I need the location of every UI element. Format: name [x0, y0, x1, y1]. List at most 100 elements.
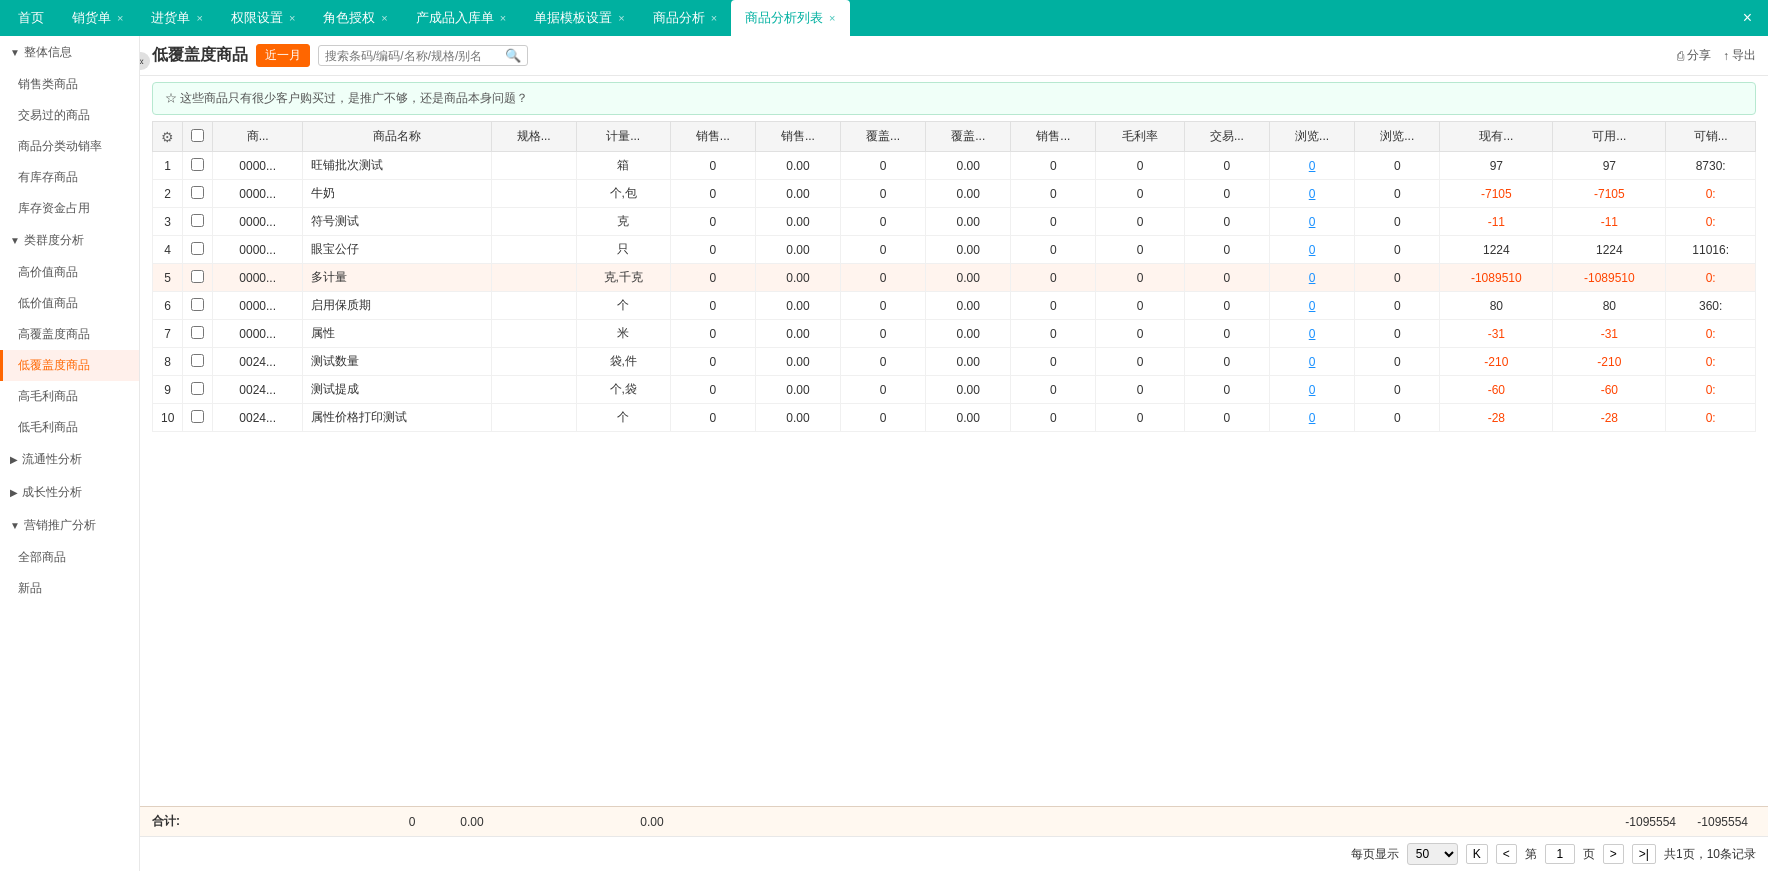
- col-sale2[interactable]: 销售...: [1011, 122, 1096, 152]
- row-checkbox[interactable]: [183, 404, 213, 432]
- tab-template-settings[interactable]: 单据模板设置 ×: [520, 0, 638, 36]
- sidebar-section-growth[interactable]: ▶ 成长性分析: [0, 476, 139, 509]
- row-sale-amt: 0.00: [755, 208, 840, 236]
- current-page-input[interactable]: [1545, 844, 1575, 864]
- row-checkbox[interactable]: [183, 292, 213, 320]
- row-checkbox[interactable]: [183, 152, 213, 180]
- row-checkbox[interactable]: [183, 320, 213, 348]
- sidebar-section-category[interactable]: ▼ 类群度分析: [0, 224, 139, 257]
- row-browse1[interactable]: 0: [1270, 264, 1355, 292]
- last-page-button[interactable]: >|: [1632, 844, 1656, 864]
- sidebar-section-flow[interactable]: ▶ 流通性分析: [0, 443, 139, 476]
- row-browse1[interactable]: 0: [1270, 376, 1355, 404]
- col-browse2[interactable]: 浏览...: [1355, 122, 1440, 152]
- col-code[interactable]: 商...: [213, 122, 303, 152]
- row-cover2: 0.00: [926, 180, 1011, 208]
- sidebar-item-stock-capital[interactable]: 库存资金占用: [0, 193, 139, 224]
- close-icon[interactable]: ×: [711, 12, 717, 24]
- window-close-button[interactable]: ×: [1731, 9, 1764, 27]
- row-browse1[interactable]: 0: [1270, 292, 1355, 320]
- col-gross-rate[interactable]: 毛利率: [1096, 122, 1184, 152]
- row-code: 0000...: [213, 208, 303, 236]
- filter-recent-month-button[interactable]: 近一月: [256, 44, 310, 67]
- close-icon[interactable]: ×: [117, 12, 123, 24]
- row-checkbox[interactable]: [183, 376, 213, 404]
- row-browse1[interactable]: 0: [1270, 236, 1355, 264]
- col-sale-qty[interactable]: 销售...: [670, 122, 755, 152]
- col-unit[interactable]: 计量...: [576, 122, 670, 152]
- sidebar-item-sales-goods[interactable]: 销售类商品: [0, 69, 139, 100]
- col-settings[interactable]: ⚙: [153, 122, 183, 152]
- page-size-select[interactable]: 20 50 100 200: [1407, 843, 1458, 865]
- prev-page-button[interactable]: <: [1496, 844, 1517, 864]
- select-all-checkbox[interactable]: [191, 129, 204, 142]
- tab-permission-settings[interactable]: 权限设置 ×: [217, 0, 309, 36]
- col-spec[interactable]: 规格...: [491, 122, 576, 152]
- row-browse1[interactable]: 0: [1270, 152, 1355, 180]
- chevron-down-icon: ▼: [10, 47, 20, 58]
- row-checkbox[interactable]: [183, 348, 213, 376]
- col-available[interactable]: 可用...: [1553, 122, 1666, 152]
- col-cover2[interactable]: 覆盖...: [926, 122, 1011, 152]
- close-icon[interactable]: ×: [196, 12, 202, 24]
- col-trade[interactable]: 交易...: [1184, 122, 1269, 152]
- row-unit: 袋,件: [576, 348, 670, 376]
- summary-sale-amt: 0.00: [442, 815, 502, 829]
- top-navigation: 首页 销货单 × 进货单 × 权限设置 × 角色授权 × 产成品入库单 × 单据…: [0, 0, 1768, 36]
- row-saleable: 0:: [1666, 320, 1756, 348]
- share-button[interactable]: ⎙ 分享: [1677, 47, 1711, 64]
- col-sale-amt[interactable]: 销售...: [755, 122, 840, 152]
- tab-role-auth[interactable]: 角色授权 ×: [309, 0, 401, 36]
- first-page-button[interactable]: K: [1466, 844, 1488, 864]
- close-icon[interactable]: ×: [289, 12, 295, 24]
- sidebar-section-overall[interactable]: ▼ 整体信息: [0, 36, 139, 69]
- row-no: 4: [153, 236, 183, 264]
- col-checkbox[interactable]: [183, 122, 213, 152]
- row-sale-qty: 0: [670, 376, 755, 404]
- export-button[interactable]: ↑ 导出: [1723, 47, 1756, 64]
- col-current[interactable]: 现有...: [1440, 122, 1553, 152]
- close-icon[interactable]: ×: [618, 12, 624, 24]
- sidebar-item-traded-goods[interactable]: 交易过的商品: [0, 100, 139, 131]
- row-checkbox[interactable]: [183, 180, 213, 208]
- row-browse1[interactable]: 0: [1270, 320, 1355, 348]
- col-cover1[interactable]: 覆盖...: [841, 122, 926, 152]
- close-icon[interactable]: ×: [381, 12, 387, 24]
- col-name[interactable]: 商品名称: [302, 122, 491, 152]
- row-browse1[interactable]: 0: [1270, 348, 1355, 376]
- sidebar-item-high-coverage[interactable]: 高覆盖度商品: [0, 319, 139, 350]
- row-cover1: 0: [841, 404, 926, 432]
- row-sale-qty: 0: [670, 236, 755, 264]
- sidebar-item-category-turnover[interactable]: 商品分类动销率: [0, 131, 139, 162]
- row-browse1[interactable]: 0: [1270, 208, 1355, 236]
- row-checkbox[interactable]: [183, 264, 213, 292]
- settings-icon[interactable]: ⚙: [161, 129, 174, 145]
- row-checkbox[interactable]: [183, 236, 213, 264]
- tab-purchase-order[interactable]: 进货单 ×: [137, 0, 216, 36]
- col-saleable[interactable]: 可销...: [1666, 122, 1756, 152]
- tab-home[interactable]: 首页: [4, 0, 58, 36]
- tab-sales-order[interactable]: 销货单 ×: [58, 0, 137, 36]
- tab-product-analysis-list[interactable]: 商品分析列表 ×: [731, 0, 849, 36]
- col-browse1[interactable]: 浏览...: [1270, 122, 1355, 152]
- close-icon[interactable]: ×: [500, 12, 506, 24]
- close-icon[interactable]: ×: [829, 12, 835, 24]
- row-available: -210: [1553, 348, 1666, 376]
- sidebar-item-high-margin[interactable]: 高毛利商品: [0, 381, 139, 412]
- sidebar-item-new-goods[interactable]: 新品: [0, 573, 139, 604]
- next-page-button[interactable]: >: [1603, 844, 1624, 864]
- row-browse1[interactable]: 0: [1270, 404, 1355, 432]
- sidebar-item-low-margin[interactable]: 低毛利商品: [0, 412, 139, 443]
- search-input[interactable]: [325, 49, 505, 63]
- data-table: ⚙ 商... 商品名称 规格...: [152, 121, 1756, 432]
- sidebar-item-in-stock-goods[interactable]: 有库存商品: [0, 162, 139, 193]
- tab-product-analysis[interactable]: 商品分析 ×: [639, 0, 731, 36]
- sidebar-section-marketing[interactable]: ▼ 营销推广分析: [0, 509, 139, 542]
- sidebar-item-all-goods[interactable]: 全部商品: [0, 542, 139, 573]
- sidebar-item-high-value[interactable]: 高价值商品: [0, 257, 139, 288]
- sidebar-item-low-coverage[interactable]: 低覆盖度商品: [0, 350, 139, 381]
- row-checkbox[interactable]: [183, 208, 213, 236]
- sidebar-item-low-value[interactable]: 低价值商品: [0, 288, 139, 319]
- row-browse1[interactable]: 0: [1270, 180, 1355, 208]
- tab-product-inbound[interactable]: 产成品入库单 ×: [402, 0, 520, 36]
